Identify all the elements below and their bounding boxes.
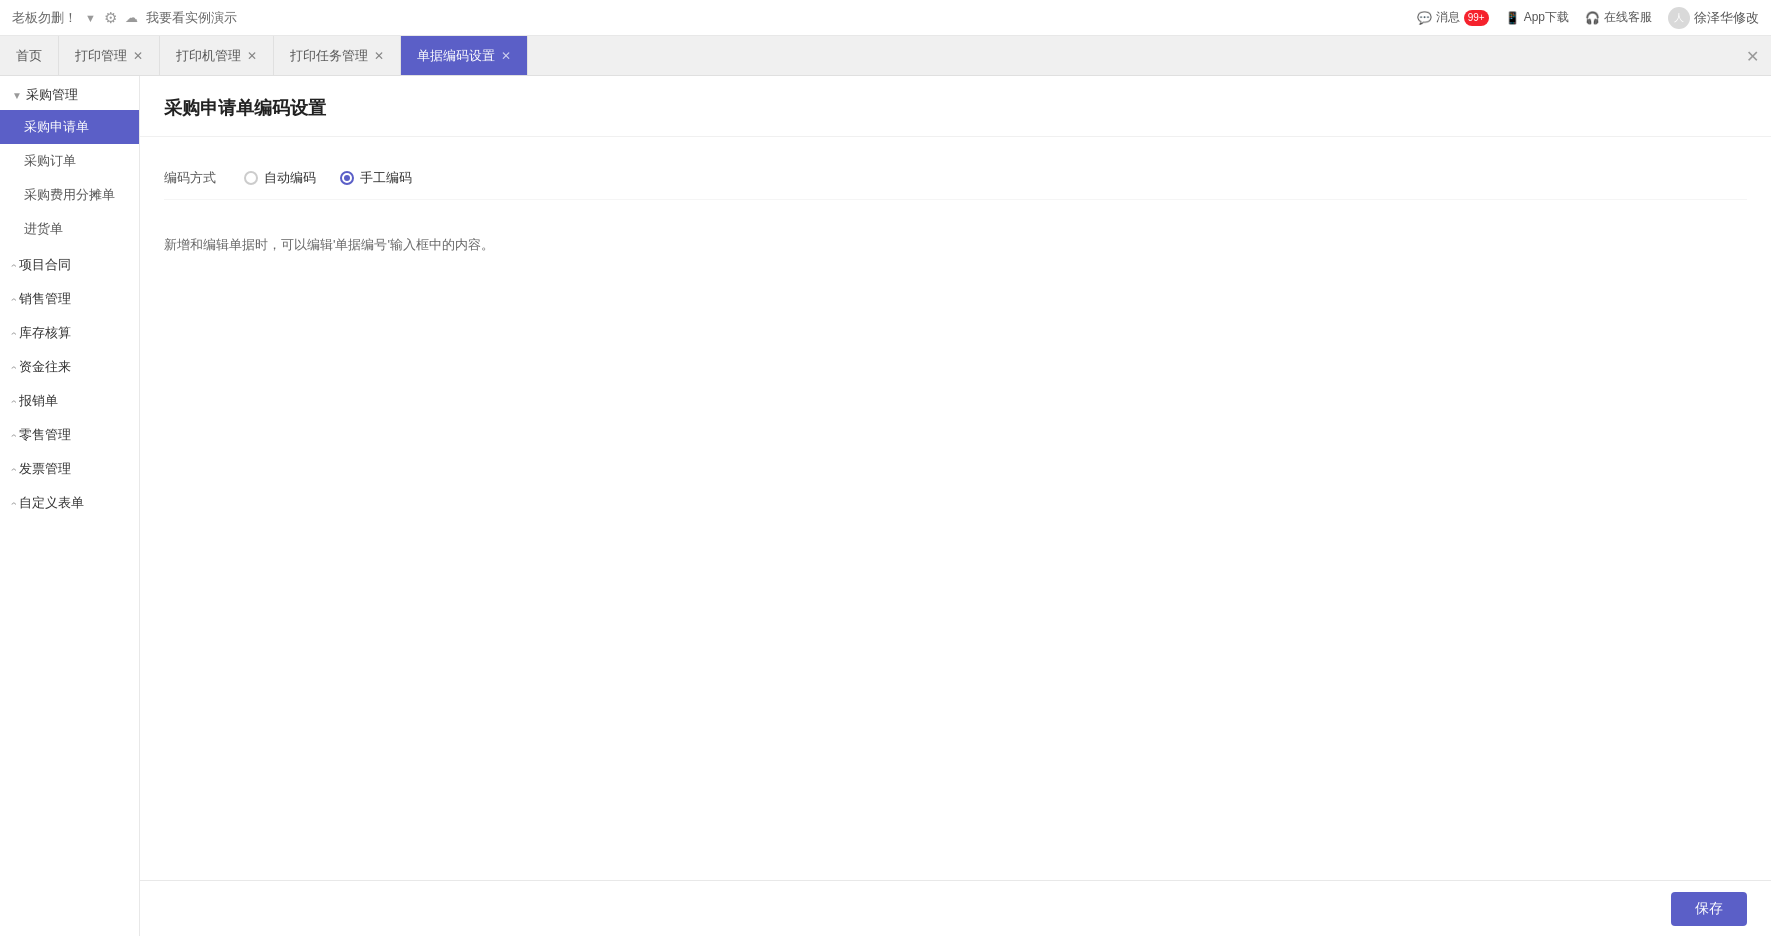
- tab-print-management[interactable]: 打印管理 ✕: [59, 36, 160, 75]
- main-layout: ▼ 采购管理 采购申请单 采购订单 采购费用分摊单 进货单 › 项目合同: [0, 76, 1771, 936]
- sidebar: ▼ 采购管理 采购申请单 采购订单 采购费用分摊单 进货单 › 项目合同: [0, 76, 140, 936]
- sidebar-group-invoice: › 发票管理: [0, 450, 139, 484]
- radio-manual-label: 手工编码: [360, 169, 412, 187]
- save-button[interactable]: 保存: [1671, 892, 1747, 926]
- demo-text: 我要看实例演示: [146, 9, 237, 27]
- user-info[interactable]: 人 徐泽华修改: [1668, 7, 1759, 29]
- message-label: 消息: [1436, 9, 1460, 26]
- sidebar-group-project-title[interactable]: › 项目合同: [0, 246, 139, 280]
- sidebar-group-sales: › 销售管理: [0, 280, 139, 314]
- user-name: 徐泽华修改: [1694, 9, 1759, 27]
- tab-home[interactable]: 首页: [0, 36, 59, 75]
- message-icon: 💬: [1417, 11, 1432, 25]
- cloud-icon: ☁: [125, 10, 138, 25]
- tab-close-icon[interactable]: ✕: [374, 49, 384, 63]
- top-bar-right: 💬 消息 99+ 📱 App下载 🎧 在线客服 人 徐泽华修改: [1417, 7, 1759, 29]
- tab-bar: 首页 打印管理 ✕ 打印机管理 ✕ 打印任务管理 ✕ 单据编码设置 ✕ ✕: [0, 36, 1771, 76]
- sidebar-group-purchase: ▼ 采购管理 采购申请单 采购订单 采购费用分摊单 进货单: [0, 76, 139, 246]
- sidebar-group-expense: › 报销单: [0, 382, 139, 416]
- brand-text: 老板勿删！: [12, 9, 77, 27]
- arrow-icon: ›: [8, 433, 19, 436]
- arrow-icon: ›: [8, 263, 19, 266]
- settings-icon[interactable]: ⚙: [104, 9, 117, 27]
- content-panel: 采购申请单编码设置 编码方式 自动编码 手工编码: [140, 76, 1771, 880]
- sidebar-group-retail: › 零售管理: [0, 416, 139, 450]
- app-download-action[interactable]: 📱 App下载: [1505, 9, 1569, 26]
- radio-manual-circle: [340, 171, 354, 185]
- top-bar-left: 老板勿删！ ▼ ⚙ ☁ 我要看实例演示: [12, 9, 237, 27]
- tab-printer-management[interactable]: 打印机管理 ✕: [160, 36, 274, 75]
- sidebar-item-purchase-order[interactable]: 采购订单: [0, 144, 139, 178]
- top-bar: 老板勿删！ ▼ ⚙ ☁ 我要看实例演示 💬 消息 99+ 📱 App下载 🎧 在…: [0, 0, 1771, 36]
- arrow-icon: ›: [8, 365, 19, 368]
- form-section: 编码方式 自动编码 手工编码: [140, 137, 1771, 220]
- sidebar-item-purchase-expense[interactable]: 采购费用分摊单: [0, 178, 139, 212]
- sidebar-group-finance-title[interactable]: › 资金往来: [0, 348, 139, 382]
- sidebar-item-purchase-receipt[interactable]: 进货单: [0, 212, 139, 246]
- sidebar-group-retail-title[interactable]: › 零售管理: [0, 416, 139, 450]
- page-title: 采购申请单编码设置: [164, 96, 1747, 120]
- sidebar-group-inventory-title[interactable]: › 库存核算: [0, 314, 139, 348]
- sidebar-group-inventory: › 库存核算: [0, 314, 139, 348]
- encoding-label: 编码方式: [164, 169, 224, 187]
- tab-bar-close-button[interactable]: ✕: [1746, 46, 1759, 65]
- radio-manual[interactable]: 手工编码: [340, 169, 412, 187]
- message-badge: 99+: [1464, 10, 1489, 26]
- sidebar-group-purchase-title[interactable]: ▼ 采购管理: [0, 76, 139, 110]
- sidebar-group-invoice-title[interactable]: › 发票管理: [0, 450, 139, 484]
- online-service-action[interactable]: 🎧 在线客服: [1585, 9, 1652, 26]
- sidebar-group-custom-title[interactable]: › 自定义表单: [0, 484, 139, 518]
- headset-icon: 🎧: [1585, 11, 1600, 25]
- arrow-icon: ▼: [12, 90, 22, 101]
- tab-close-icon[interactable]: ✕: [133, 49, 143, 63]
- avatar: 人: [1668, 7, 1690, 29]
- sidebar-group-custom: › 自定义表单: [0, 484, 139, 518]
- page-title-bar: 采购申请单编码设置: [140, 76, 1771, 137]
- encoding-form-row: 编码方式 自动编码 手工编码: [164, 157, 1747, 200]
- dropdown-icon[interactable]: ▼: [85, 12, 96, 24]
- arrow-icon: ›: [8, 331, 19, 334]
- tab-encoding-settings[interactable]: 单据编码设置 ✕: [401, 36, 528, 75]
- radio-auto[interactable]: 自动编码: [244, 169, 316, 187]
- content-area: 采购申请单编码设置 编码方式 自动编码 手工编码: [140, 76, 1771, 936]
- sidebar-item-purchase-request[interactable]: 采购申请单: [0, 110, 139, 144]
- arrow-icon: ›: [8, 467, 19, 470]
- sidebar-group-finance: › 资金往来: [0, 348, 139, 382]
- message-action[interactable]: 💬 消息 99+: [1417, 9, 1489, 26]
- arrow-icon: ›: [8, 297, 19, 300]
- radio-group: 自动编码 手工编码: [244, 169, 412, 187]
- sidebar-group-expense-title[interactable]: › 报销单: [0, 382, 139, 416]
- online-service-label: 在线客服: [1604, 9, 1652, 26]
- tab-print-task[interactable]: 打印任务管理 ✕: [274, 36, 401, 75]
- tab-close-icon[interactable]: ✕: [247, 49, 257, 63]
- radio-auto-label: 自动编码: [264, 169, 316, 187]
- radio-auto-circle: [244, 171, 258, 185]
- demo-link[interactable]: 我要看实例演示: [146, 9, 237, 27]
- content-footer: 保存: [140, 880, 1771, 936]
- arrow-icon: ›: [8, 399, 19, 402]
- app-icon: 📱: [1505, 11, 1520, 25]
- app-download-label: App下载: [1524, 9, 1569, 26]
- arrow-icon: ›: [8, 501, 19, 504]
- sidebar-group-sales-title[interactable]: › 销售管理: [0, 280, 139, 314]
- hint-text: 新增和编辑单据时，可以编辑'单据编号'输入框中的内容。: [140, 220, 1771, 270]
- sidebar-group-project: › 项目合同: [0, 246, 139, 280]
- tab-close-icon[interactable]: ✕: [501, 49, 511, 63]
